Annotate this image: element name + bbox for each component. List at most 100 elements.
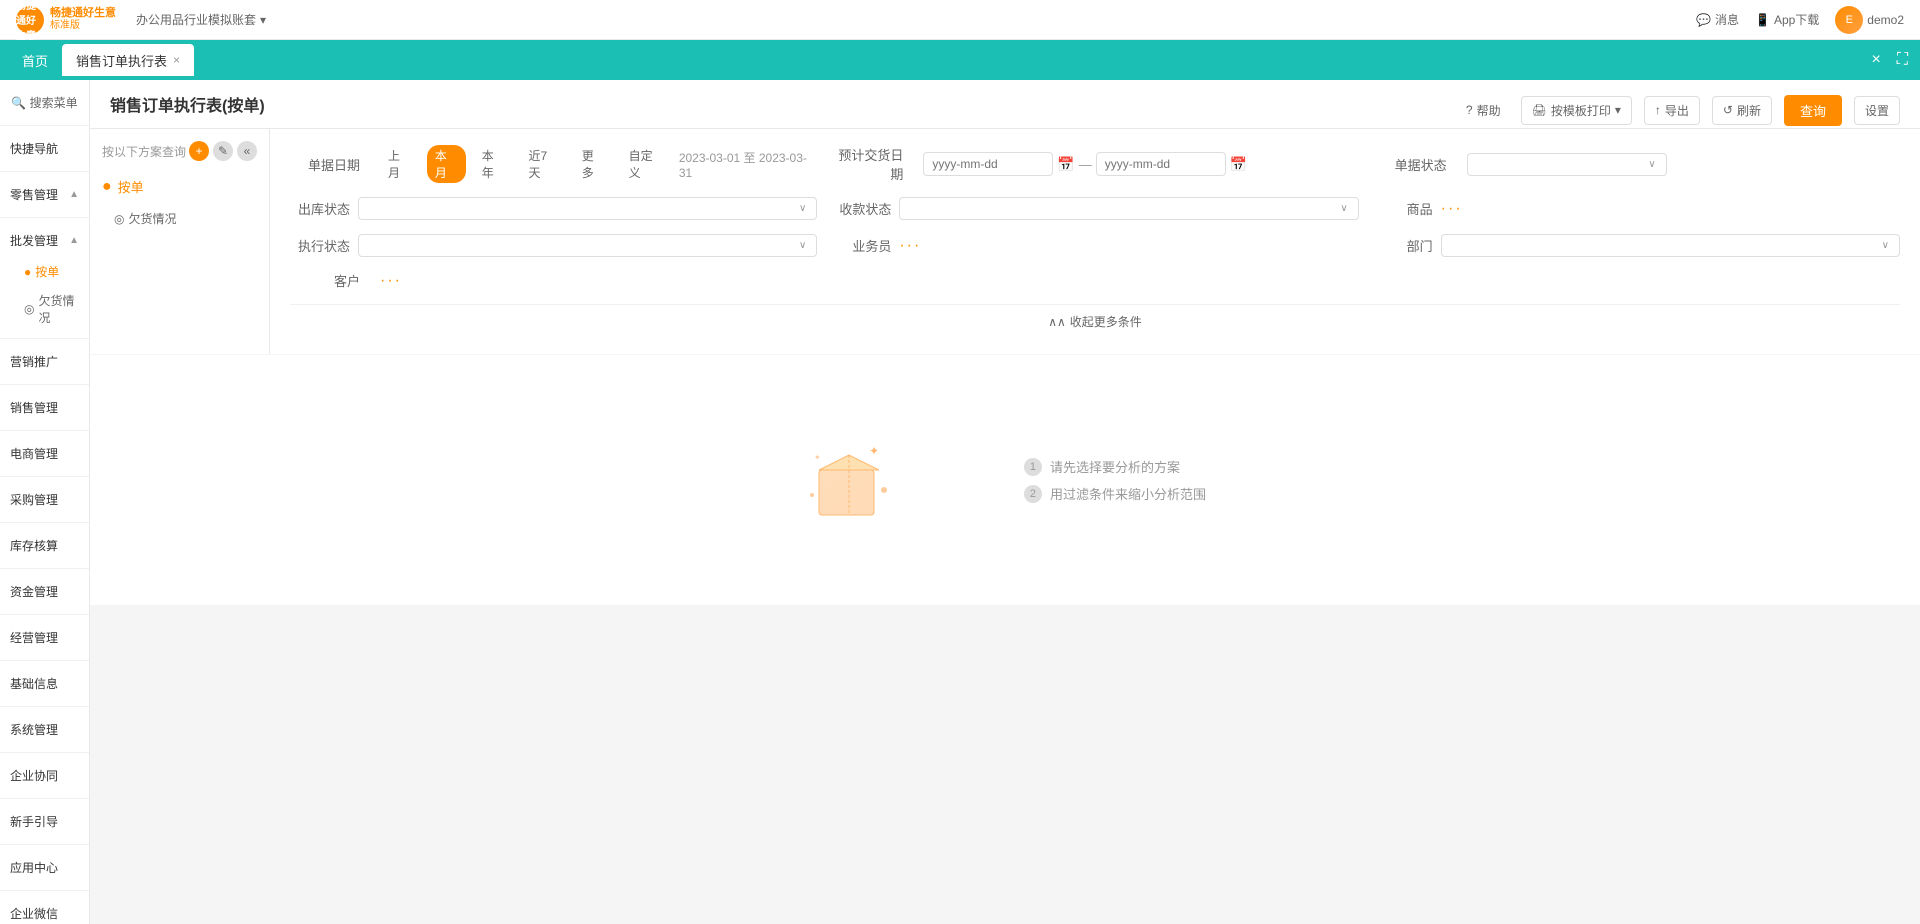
status-select[interactable]: ∨ bbox=[1467, 153, 1667, 176]
download-action[interactable]: 📱 App下载 bbox=[1755, 11, 1819, 28]
scheme-item-order[interactable]: ● 按单 bbox=[90, 169, 269, 204]
export-button[interactable]: ↑ 导出 bbox=[1644, 96, 1700, 125]
sidebar-purchase-section: 采购管理 bbox=[0, 477, 89, 523]
sidebar-finance-section: 资金管理 bbox=[0, 569, 89, 615]
sidebar-item-appstore[interactable]: 应用中心 bbox=[0, 851, 89, 884]
sidebar-item-basic[interactable]: 基础信息 bbox=[0, 667, 89, 700]
sidebar-item-wholesale[interactable]: 批发管理 ▲ bbox=[0, 224, 89, 257]
tab-sales-exec[interactable]: 销售订单执行表 × bbox=[62, 44, 194, 76]
help-button[interactable]: ? 帮助 bbox=[1458, 98, 1509, 123]
sidebar-item-marketing[interactable]: 营销推广 bbox=[0, 345, 89, 378]
scheme-sub-debt[interactable]: ◎ 欠货情况 bbox=[90, 204, 269, 233]
empty-tip-2: 2 用过滤条件来缩小分析范围 bbox=[1024, 484, 1206, 503]
sidebar-quicknav-section: 快捷导航 bbox=[0, 126, 89, 172]
receipt-status-arrow: ∨ bbox=[1340, 203, 1347, 214]
dept-select[interactable]: ∨ bbox=[1441, 234, 1900, 257]
exec-status-select[interactable]: ∨ bbox=[358, 234, 817, 257]
print-button[interactable]: 🖨 按模板打印 ▾ bbox=[1521, 96, 1632, 125]
expected-date-value: 📅 — 📅 bbox=[923, 152, 1356, 176]
date-label: 单据日期 bbox=[290, 155, 360, 174]
filter-date-row: 单据日期 上月 本月 本年 近7天 更多 自定义 2023-03-01 至 20… bbox=[290, 145, 1900, 183]
filter-row4: 客户 ··· bbox=[290, 271, 1900, 290]
sidebar-item-newguide[interactable]: 新手引导 bbox=[0, 805, 89, 838]
tab-home[interactable]: 首页 bbox=[8, 44, 62, 76]
date-btn-last7days[interactable]: 近7天 bbox=[521, 145, 566, 183]
filter-row2: 出库状态 ∨ 收款状态 ∨ bbox=[290, 197, 1900, 220]
date-btn-custom[interactable]: 自定义 bbox=[621, 145, 671, 183]
receipt-status-select[interactable]: ∨ bbox=[899, 197, 1358, 220]
sidebar-search[interactable]: 🔍 搜索菜单 bbox=[0, 88, 89, 117]
retail-arrow: ▲ bbox=[69, 189, 79, 200]
salesperson-picker-button[interactable]: ··· bbox=[899, 237, 921, 254]
sidebar-sub-debt[interactable]: ◎ 欠货情况 bbox=[0, 286, 89, 332]
sidebar-item-inventory[interactable]: 库存核算 bbox=[0, 529, 89, 562]
add-scheme-button[interactable]: + bbox=[189, 141, 209, 161]
collapse-scheme-button[interactable]: « bbox=[237, 141, 257, 161]
filter-sidebar-header: 按以下方案查询 + ✎ « bbox=[90, 141, 269, 169]
sidebar-enterprise-section: 企业协同 bbox=[0, 753, 89, 799]
query-button[interactable]: 查询 bbox=[1784, 95, 1842, 126]
tab-close-icon[interactable]: × bbox=[173, 53, 180, 67]
exec-status-input: ∨ bbox=[358, 234, 817, 257]
svg-text:✦: ✦ bbox=[869, 444, 879, 458]
tab-close-window-icon[interactable]: × bbox=[1867, 47, 1884, 73]
sidebar-item-enterprise[interactable]: 企业协同 bbox=[0, 759, 89, 792]
settings-button[interactable]: 设置 bbox=[1854, 96, 1900, 125]
customer-picker-button[interactable]: ··· bbox=[380, 272, 402, 290]
dept-cell: 部门 ∨ bbox=[1373, 234, 1900, 257]
exec-status-arrow: ∨ bbox=[799, 240, 806, 251]
dept-label: 部门 bbox=[1373, 236, 1433, 255]
sidebar-item-purchase[interactable]: 采购管理 bbox=[0, 483, 89, 516]
date-btn-more[interactable]: 更多 bbox=[574, 145, 613, 183]
date-btn-currentyear[interactable]: 本年 bbox=[474, 145, 513, 183]
exec-status-cell: 执行状态 ∨ bbox=[290, 234, 817, 257]
user-action[interactable]: E demo2 bbox=[1835, 6, 1904, 34]
svg-text:✦: ✦ bbox=[814, 453, 821, 462]
sub-scheme-icon: ◎ bbox=[114, 212, 124, 226]
collapse-button[interactable]: ∧∧ 收起更多条件 bbox=[1048, 313, 1142, 330]
sidebar-item-system[interactable]: 系统管理 bbox=[0, 713, 89, 746]
calendar-start-icon: 📅 bbox=[1057, 156, 1074, 173]
goods-cell: 商品 ··· bbox=[1373, 199, 1900, 218]
page-actions: ? 帮助 🖨 按模板打印 ▾ ↑ 导出 ↺ 刷新 查询 bbox=[1458, 95, 1900, 126]
out-status-label: 出库状态 bbox=[290, 199, 350, 218]
sidebar-item-retail[interactable]: 零售管理 ▲ bbox=[0, 178, 89, 211]
empty-tips: 1 请先选择要分析的方案 2 用过滤条件来缩小分析范围 bbox=[1024, 457, 1206, 503]
tab-expand-icon[interactable]: ⛶ bbox=[1893, 47, 1912, 73]
date-btn-currentmonth[interactable]: 本月 bbox=[427, 145, 466, 183]
expected-date-label: 预计交货日期 bbox=[833, 145, 903, 183]
out-status-cell: 出库状态 ∨ bbox=[290, 197, 817, 220]
date-start-input[interactable] bbox=[923, 152, 1053, 176]
message-action[interactable]: 💬 消息 bbox=[1696, 11, 1739, 28]
breadcrumb[interactable]: 办公用品行业模拟账套 ▾ bbox=[136, 11, 266, 28]
receipt-status-label: 收款状态 bbox=[831, 199, 891, 218]
out-status-select[interactable]: ∨ bbox=[358, 197, 817, 220]
content-main: ✦ ✦ 1 请先选择要分析的方案 2 用过滤条件来缩小分析范围 bbox=[90, 355, 1920, 605]
date-btn-lastmonth[interactable]: 上月 bbox=[380, 145, 419, 183]
sidebar-sub-order[interactable]: ● 按单 bbox=[0, 257, 89, 286]
debt-icon: ◎ bbox=[24, 302, 34, 316]
filter-panel: 按以下方案查询 + ✎ « ● 按单 ◎ 欠货情况 bbox=[90, 129, 1920, 354]
salesperson-input: ··· bbox=[899, 237, 1358, 255]
page-header: 销售订单执行表(按单) ? 帮助 🖨 按模板打印 ▾ ↑ 导出 ↺ 刷新 bbox=[90, 80, 1920, 129]
date-range-display: 2023-03-01 至 2023-03-31 bbox=[679, 149, 814, 180]
edit-scheme-button[interactable]: ✎ bbox=[213, 141, 233, 161]
sidebar-item-sales[interactable]: 销售管理 bbox=[0, 391, 89, 424]
dept-input: ∨ bbox=[1441, 234, 1900, 257]
app-logo-icon: 畅捷通好生意 bbox=[16, 6, 44, 34]
sidebar-item-finance[interactable]: 资金管理 bbox=[0, 575, 89, 608]
filter-row3: 执行状态 ∨ 业务员 ··· bbox=[290, 234, 1900, 257]
tip-num-1: 1 bbox=[1024, 458, 1042, 476]
status-label: 单据状态 bbox=[1377, 155, 1447, 174]
salesperson-cell: 业务员 ··· bbox=[831, 236, 1358, 255]
sidebar-item-corpwechat[interactable]: 企业微信 bbox=[0, 897, 89, 924]
sidebar-item-operations[interactable]: 经营管理 bbox=[0, 621, 89, 654]
sidebar-top: 🔍 搜索菜单 bbox=[0, 80, 89, 126]
date-end-input[interactable] bbox=[1096, 152, 1226, 176]
sidebar-item-ecommerce[interactable]: 电商管理 bbox=[0, 437, 89, 470]
out-status-input: ∨ bbox=[358, 197, 817, 220]
sidebar-item-quicknav[interactable]: 快捷导航 bbox=[0, 132, 89, 165]
salesperson-label: 业务员 bbox=[831, 236, 891, 255]
refresh-button[interactable]: ↺ 刷新 bbox=[1712, 96, 1772, 125]
goods-picker-button[interactable]: ··· bbox=[1441, 200, 1463, 217]
